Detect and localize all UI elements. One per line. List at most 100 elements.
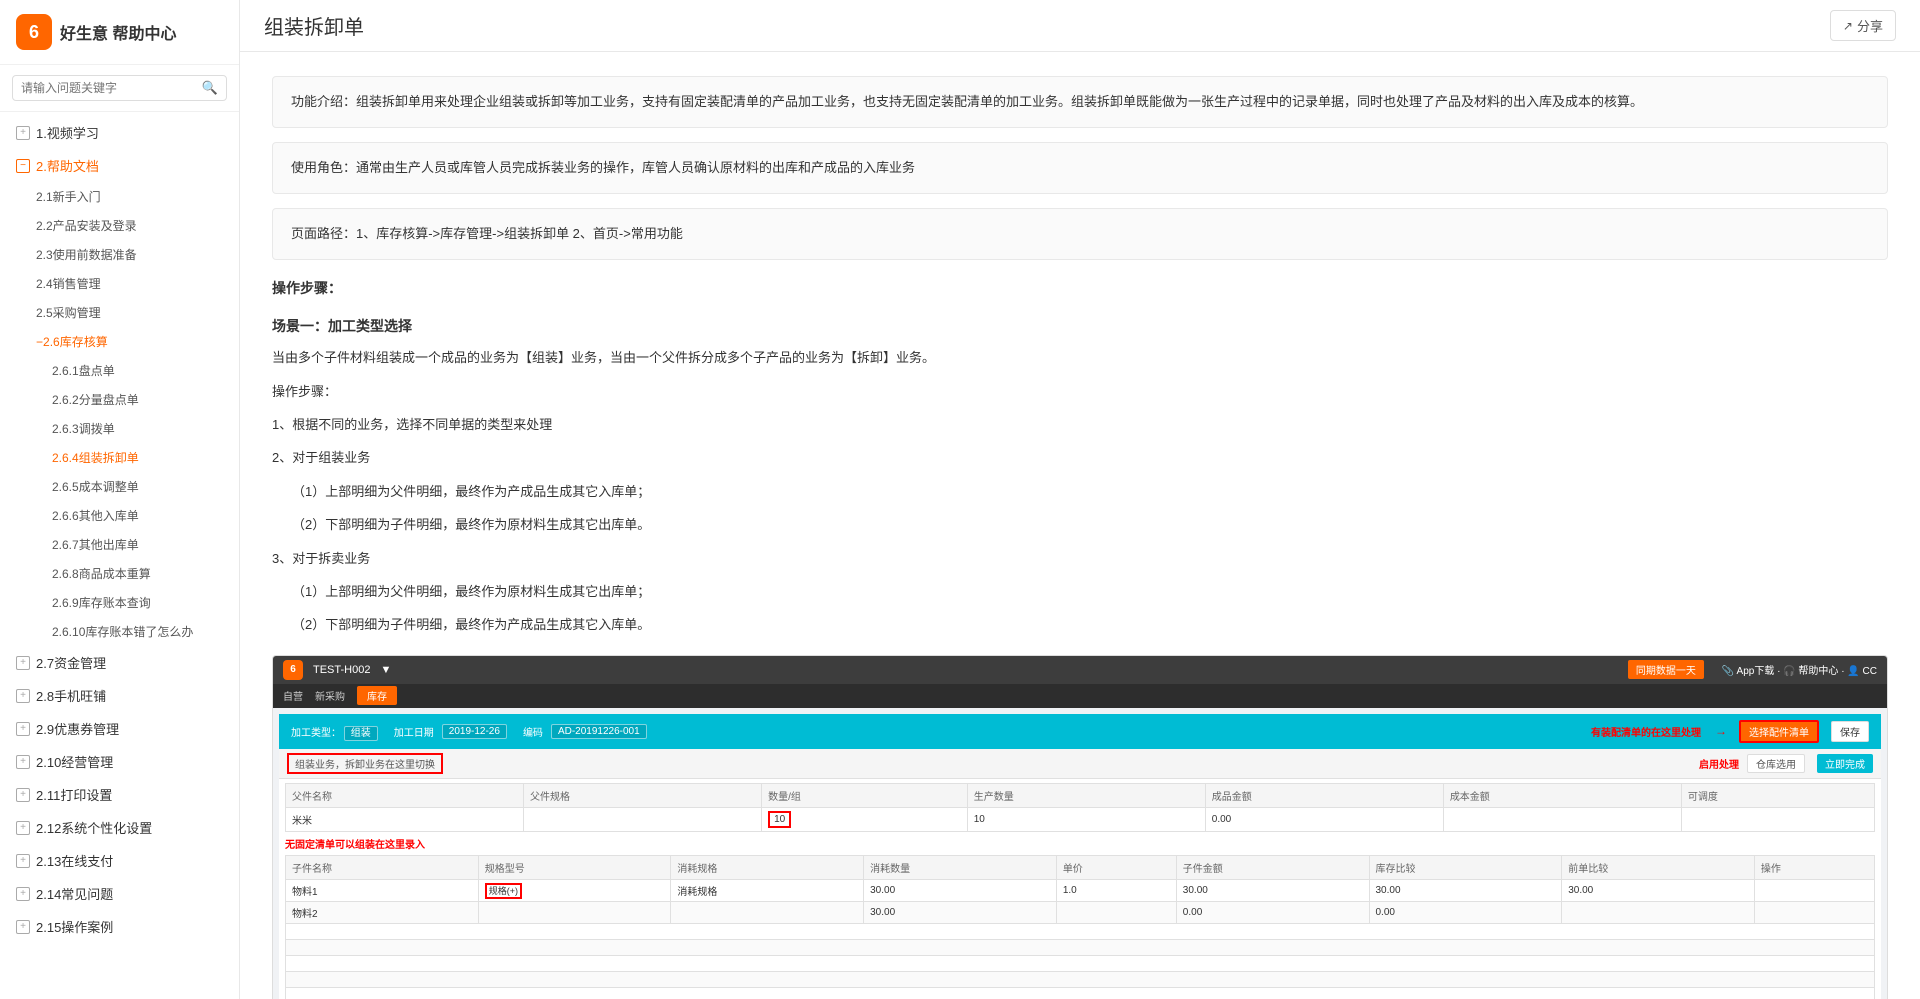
role-text: 使用角色：通常由生产人员或库管人员完成拆装业务的操作，库管人员确认原材料的出库和… xyxy=(291,160,915,175)
sidebar-item-help-docs[interactable]: − 2.帮助文档 xyxy=(0,149,239,182)
sim-t2-r2-c3 xyxy=(671,901,864,923)
sidebar-item-other-in[interactable]: 2.6.6其他入库单 xyxy=(0,501,239,530)
search-area: 🔍 xyxy=(0,65,239,112)
sim-dropdown: ▼ xyxy=(380,664,391,676)
sidebar-item-label: 2.4销售管理 xyxy=(36,275,101,292)
sim-t2-col7: 库存比较 xyxy=(1369,855,1562,879)
sidebar-item-label: 2.1新手入门 xyxy=(36,188,101,205)
sim-t2-r2-c5 xyxy=(1056,901,1176,923)
table-row xyxy=(286,923,1875,939)
operations-title: 操作步骤： xyxy=(272,278,1888,298)
sidebar-item-ledger-fix[interactable]: 2.6.10库存账本错了怎么办 xyxy=(0,617,239,646)
sim-sync-btn[interactable]: 同期数据一天 xyxy=(1628,660,1704,679)
step2-2-text: （2）下部明细为子件明细，最终作为原材料生成其它出库单。 xyxy=(272,513,1888,536)
sidebar-item-cost-adjust[interactable]: 2.6.5成本调整单 xyxy=(0,472,239,501)
ops-steps-title: 操作步骤： xyxy=(272,380,1888,403)
expand-icon: + xyxy=(16,656,30,670)
sidebar-item-inventory[interactable]: − 2.6库存核算 xyxy=(0,327,239,356)
sim-t2-col3: 消耗规格 xyxy=(671,855,864,879)
share-button[interactable]: ↗ 分享 xyxy=(1830,10,1896,41)
sidebar-item-partial-stocktake[interactable]: 2.6.2分量盘点单 xyxy=(0,385,239,414)
share-icon: ↗ xyxy=(1843,19,1853,33)
sidebar-item-label: 2.6.1盘点单 xyxy=(52,362,115,379)
sim-row1-col1: 米米 xyxy=(286,807,524,831)
step3-text: 3、对于拆卖业务 xyxy=(272,547,1888,570)
sidebar-item-mobile[interactable]: + 2.8手机旺铺 xyxy=(0,679,239,712)
sim-table1-col7: 可调度 xyxy=(1681,783,1874,807)
sim-save-btn[interactable]: 保存 xyxy=(1831,721,1869,742)
sidebar-item-faq[interactable]: + 2.14常见问题 xyxy=(0,877,239,910)
logo-area: 6 好生意 帮助中心 xyxy=(0,0,239,65)
sidebar-item-label: 2.帮助文档 xyxy=(36,156,99,175)
sim-sub-toolbar: 组装业务，拆卸业务在这里切换 启用处理 仓库选用 立即完成 xyxy=(279,749,1881,779)
sim-topbar: 6 TEST-H002 ▼ 同期数据一天 📎 App下载 · 🎧 帮助中心 · … xyxy=(273,656,1887,684)
sidebar-item-data-prep[interactable]: 2.3使用前数据准备 xyxy=(0,240,239,269)
sim-logo: 6 xyxy=(283,660,303,680)
search-input[interactable] xyxy=(21,81,202,95)
sim-annotation1: 有装配清单的在这里处理 xyxy=(1591,724,1701,739)
sidebar-item-label: 2.6.3调拨单 xyxy=(52,420,115,437)
sim-t2-r1-c5: 1.0 xyxy=(1056,879,1176,901)
sim-nav: 自营 新采购 库存 xyxy=(273,684,1887,708)
sidebar-item-install[interactable]: 2.2产品安装及登录 xyxy=(0,211,239,240)
intro-block: 功能介绍：组装拆卸单用来处理企业组装或拆卸等加工业务，支持有固定装配清单的产品加… xyxy=(272,76,1888,128)
expand-icon: + xyxy=(16,920,30,934)
scenario1-title: 场景一：加工类型选择 xyxy=(272,316,1888,336)
sidebar-item-sales[interactable]: 2.4销售管理 xyxy=(0,269,239,298)
sidebar-item-management[interactable]: + 2.10经营管理 xyxy=(0,745,239,778)
sidebar-item-assembly[interactable]: 2.6.4组装拆卸单 xyxy=(0,443,239,472)
search-icon[interactable]: 🔍 xyxy=(202,80,218,96)
sim-nav-item-inventory[interactable]: 库存 xyxy=(357,686,397,705)
sim-type-value[interactable]: 组装 xyxy=(344,726,378,741)
share-label: 分享 xyxy=(1857,16,1883,35)
sim-date-value[interactable]: 2019-12-26 xyxy=(442,724,507,739)
sidebar-item-transfer[interactable]: 2.6.3调拨单 xyxy=(0,414,239,443)
step2-1-text: （1）上部明细为父件明细，最终作为产成品生成其它入库单； xyxy=(272,480,1888,503)
sim-nav-item-purchase[interactable]: 新采购 xyxy=(315,688,345,703)
sidebar-item-cost-recalc[interactable]: 2.6.8商品成本重算 xyxy=(0,559,239,588)
sidebar-item-video[interactable]: + 1.视频学习 xyxy=(0,116,239,149)
sim-t2-col1: 子件名称 xyxy=(286,855,479,879)
sidebar-item-finance[interactable]: + 2.7资金管理 xyxy=(0,646,239,679)
intro-text: 功能介绍：组装拆卸单用来处理企业组装或拆卸等加工业务，支持有固定装配清单的产品加… xyxy=(291,94,1643,109)
sim-row1-col7 xyxy=(1681,807,1874,831)
sim-date-label: 加工日期 xyxy=(394,724,434,739)
sidebar-item-purchase[interactable]: 2.5采购管理 xyxy=(0,298,239,327)
table-row xyxy=(286,939,1875,955)
expand-icon: + xyxy=(16,788,30,802)
table-row xyxy=(286,987,1875,999)
table-row xyxy=(286,971,1875,987)
sim-t2-r2-c9 xyxy=(1754,901,1874,923)
sim-t2-col5: 单价 xyxy=(1056,855,1176,879)
table-row: 米米 10 10 0.00 xyxy=(286,807,1875,831)
sidebar-item-label: 2.6.9库存账本查询 xyxy=(52,594,151,611)
step3-1-text: （1）上部明细为父件明细，最终作为原材料生成其它出库单； xyxy=(272,580,1888,603)
sidebar-item-stocktake[interactable]: 2.6.1盘点单 xyxy=(0,356,239,385)
sim-t2-r1-c2: 规格(+) xyxy=(478,879,671,901)
sim-row1-col4: 10 xyxy=(967,807,1205,831)
sim-store-select[interactable]: 仓库选用 xyxy=(1747,754,1805,773)
sim-confirm-btn[interactable]: 立即完成 xyxy=(1817,754,1873,773)
sidebar-item-cases[interactable]: + 2.15操作案例 xyxy=(0,910,239,943)
sidebar-item-beginner[interactable]: 2.1新手入门 xyxy=(0,182,239,211)
main-content: 组装拆卸单 ↗ 分享 功能介绍：组装拆卸单用来处理企业组装或拆卸等加工业务，支持… xyxy=(240,0,1920,999)
sidebar-item-other-out[interactable]: 2.6.7其他出库单 xyxy=(0,530,239,559)
sidebar-item-ledger-query[interactable]: 2.6.9库存账本查询 xyxy=(0,588,239,617)
sidebar-item-label: 2.5采购管理 xyxy=(36,304,101,321)
sim-table1-col2: 父件规格 xyxy=(524,783,762,807)
sidebar-item-payment[interactable]: + 2.13在线支付 xyxy=(0,844,239,877)
page-title: 组装拆卸单 xyxy=(264,11,364,40)
sidebar-item-coupon[interactable]: + 2.9优惠券管理 xyxy=(0,712,239,745)
sidebar-item-personalize[interactable]: + 2.12系统个性化设置 xyxy=(0,811,239,844)
search-box[interactable]: 🔍 xyxy=(12,75,227,101)
sim-nav-item-self[interactable]: 自营 xyxy=(283,688,303,703)
sidebar-item-print[interactable]: + 2.11打印设置 xyxy=(0,778,239,811)
sim-t2-r1-c3: 消耗规格 xyxy=(671,879,864,901)
sidebar-item-label: 2.6.2分量盘点单 xyxy=(52,391,139,408)
sim-row1-col6 xyxy=(1443,807,1681,831)
sim-t2-r2-c1: 物料2 xyxy=(286,901,479,923)
sim-t2-col6: 子件金额 xyxy=(1176,855,1369,879)
sim-select-btn[interactable]: 选择配件清单 xyxy=(1739,720,1819,743)
sim-annotation2-label: 组装业务，拆卸业务在这里切换 xyxy=(287,753,443,774)
sim-table1-col1: 父件名称 xyxy=(286,783,524,807)
